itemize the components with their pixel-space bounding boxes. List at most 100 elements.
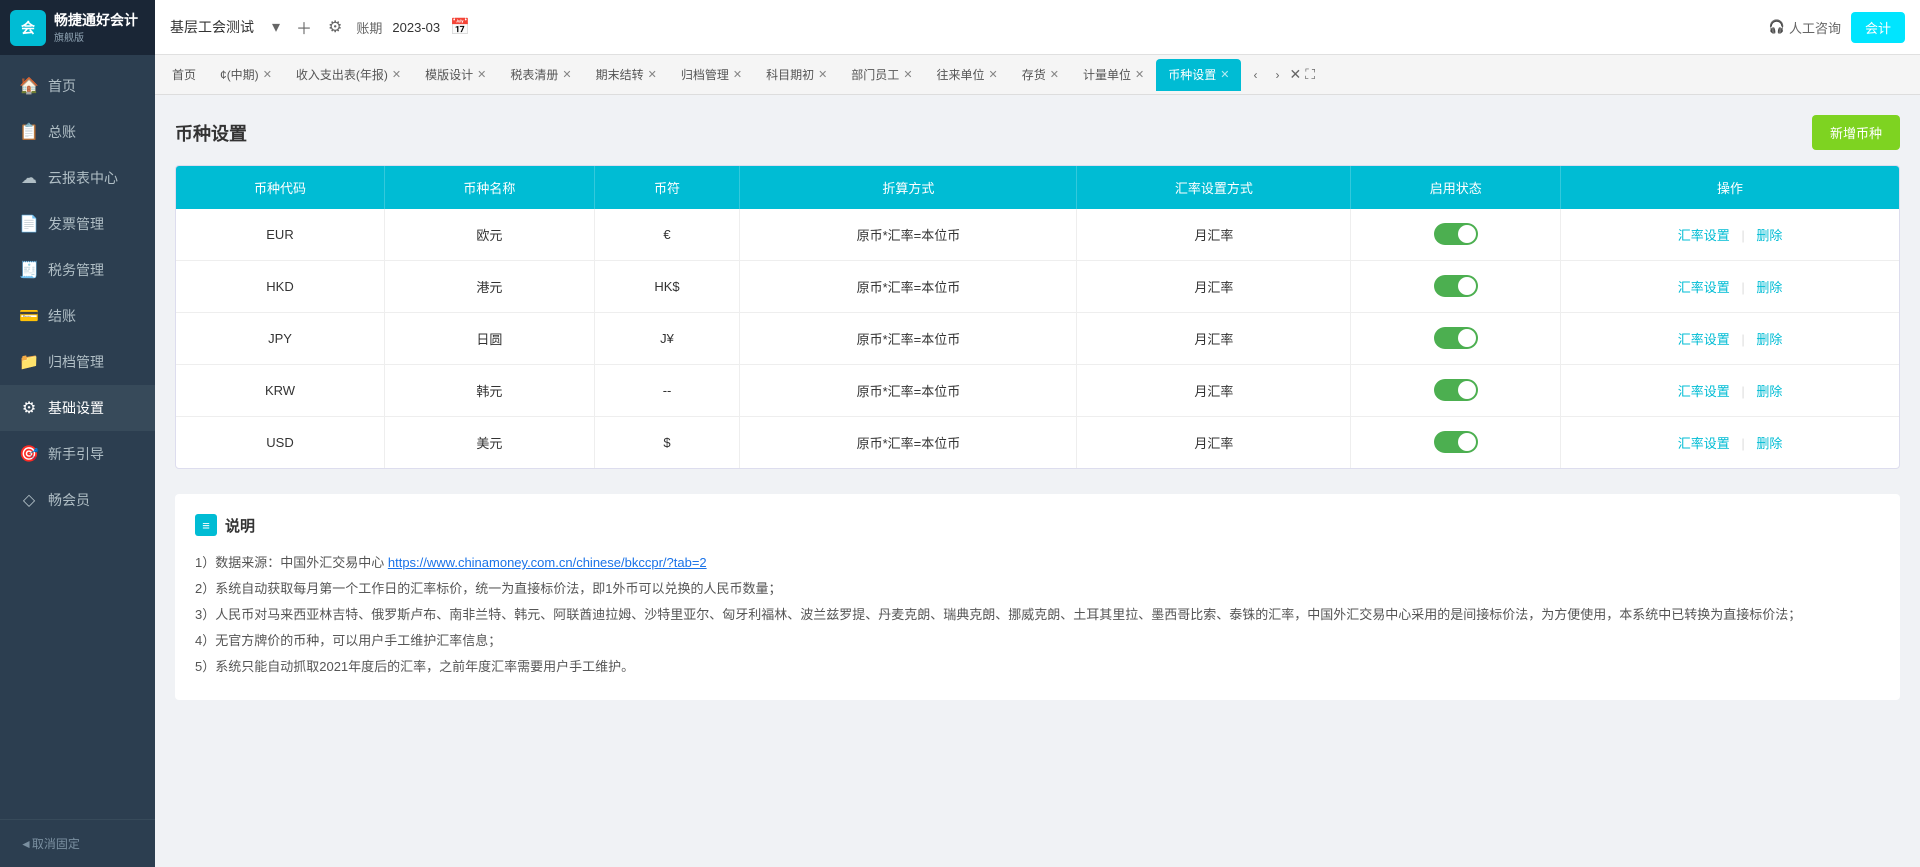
tab-archive[interactable]: 归档管理 ✕	[669, 59, 754, 91]
cell-status	[1351, 209, 1561, 261]
tab-period[interactable]: ¢(中期) ✕	[208, 59, 284, 91]
delete-link[interactable]: 删除	[1756, 384, 1782, 399]
tab-prev-arrow[interactable]: ‹	[1245, 65, 1265, 85]
toggle-enabled[interactable]	[1434, 431, 1478, 453]
notice-item-3: 3）人民币对马来西亚林吉特、俄罗斯卢布、南非兰特、韩元、阿联酋迪拉姆、沙特里亚尔…	[195, 602, 1880, 628]
action-separator: |	[1741, 280, 1744, 295]
sidebar-item-checkout[interactable]: 💳 结账	[0, 293, 155, 339]
tab-close-icon[interactable]: ✕	[1135, 68, 1144, 81]
add-tab-icon[interactable]: ＋	[292, 11, 316, 43]
tab-close-icon[interactable]: ✕	[733, 68, 742, 81]
tab-close-icon[interactable]: ✕	[562, 68, 571, 81]
tab-close-icon[interactable]: ✕	[392, 68, 401, 81]
delete-link[interactable]: 删除	[1756, 228, 1782, 243]
col-conversion: 折算方式	[740, 166, 1077, 209]
cell-conversion: 原币*汇率=本位币	[740, 417, 1077, 469]
tab-close-icon[interactable]: ✕	[263, 68, 272, 81]
tab-next-arrow[interactable]: ›	[1267, 65, 1287, 85]
sidebar-item-ledger[interactable]: 📋 总账	[0, 109, 155, 155]
notice-link[interactable]: https://www.chinamoney.com.cn/chinese/bk…	[388, 555, 707, 570]
sidebar-item-tax[interactable]: 🧾 税务管理	[0, 247, 155, 293]
cell-symbol: €	[594, 209, 740, 261]
currency-table-wrap: 币种代码 币种名称 币符 折算方式 汇率设置方式 启用状态 操作 EUR 欧元 …	[175, 165, 1900, 469]
tab-close-icon[interactable]: ✕	[648, 68, 657, 81]
topbar: 基层工会测试 ▾ ＋ ⚙ 账期 2023-03 📅 🎧 人工咨询 会计	[155, 0, 1920, 55]
tab-dept[interactable]: 部门员工 ✕	[839, 59, 924, 91]
tab-close-icon[interactable]: ✕	[1050, 68, 1059, 81]
col-code: 币种代码	[176, 166, 385, 209]
tab-close-icon[interactable]: ✕	[477, 68, 486, 81]
cell-code: EUR	[176, 209, 385, 261]
delete-link[interactable]: 删除	[1756, 436, 1782, 451]
sidebar-item-reports[interactable]: ☁ 云报表中心	[0, 155, 155, 201]
period-label: 账期	[356, 18, 382, 37]
sidebar: 会 畅捷通好会计 旗舰版 🏠 首页 📋 总账 ☁ 云报表中心 📄 发票管理 🧾 …	[0, 0, 155, 867]
settings-gear-icon[interactable]: ⚙	[324, 13, 346, 41]
cell-symbol: $	[594, 417, 740, 469]
cell-status	[1351, 261, 1561, 313]
main-area: 基层工会测试 ▾ ＋ ⚙ 账期 2023-03 📅 🎧 人工咨询 会计 首页 ¢…	[155, 0, 1920, 867]
delete-link[interactable]: 删除	[1756, 332, 1782, 347]
tab-period-end[interactable]: 期末结转 ✕	[584, 59, 669, 91]
sidebar-item-label: 总账	[48, 122, 76, 142]
new-currency-button[interactable]: 新增币种	[1812, 115, 1900, 150]
rate-setting-link[interactable]: 汇率设置	[1678, 436, 1730, 451]
sidebar-item-archive[interactable]: 📁 归档管理	[0, 339, 155, 385]
delete-link[interactable]: 删除	[1756, 280, 1782, 295]
toggle-enabled[interactable]	[1434, 275, 1478, 297]
sidebar-item-invoice[interactable]: 📄 发票管理	[0, 201, 155, 247]
tab-inventory[interactable]: 存货 ✕	[1010, 59, 1071, 91]
tab-close-icon[interactable]: ✕	[989, 68, 998, 81]
currency-table: 币种代码 币种名称 币符 折算方式 汇率设置方式 启用状态 操作 EUR 欧元 …	[176, 166, 1899, 468]
tab-units[interactable]: 计量单位 ✕	[1071, 59, 1156, 91]
content-area: 币种设置 新增币种 币种代码 币种名称 币符 折算方式 汇率设置方式 启用状态 …	[155, 95, 1920, 867]
tab-close-icon[interactable]: ✕	[818, 68, 827, 81]
tab-currency[interactable]: 币种设置 ✕	[1156, 59, 1241, 91]
sidebar-item-member[interactable]: ◇ 畅会员	[0, 477, 155, 523]
tax-icon: 🧾	[20, 261, 38, 279]
rate-setting-link[interactable]: 汇率设置	[1678, 332, 1730, 347]
topbar-right: 🎧 人工咨询 会计	[1769, 12, 1905, 43]
sidebar-item-guide[interactable]: 🎯 新手引导	[0, 431, 155, 477]
tab-income[interactable]: 收入支出表(年报) ✕	[284, 59, 413, 91]
notice-item-4: 4）无官方牌价的币种，可以用户手工维护汇率信息；	[195, 628, 1880, 654]
cell-name: 欧元	[385, 209, 595, 261]
rate-setting-link[interactable]: 汇率设置	[1678, 280, 1730, 295]
dropdown-icon[interactable]: ▾	[268, 13, 284, 41]
company-name: 基层工会测试	[170, 17, 254, 37]
tab-template[interactable]: 模版设计 ✕	[413, 59, 498, 91]
tab-close-icon[interactable]: ✕	[903, 68, 912, 81]
toggle-enabled[interactable]	[1434, 223, 1478, 245]
sidebar-item-home[interactable]: 🏠 首页	[0, 63, 155, 109]
cell-name: 日圆	[385, 313, 595, 365]
calendar-icon[interactable]: 📅	[450, 17, 470, 37]
tab-home[interactable]: 首页	[160, 59, 208, 91]
support-button[interactable]: 🎧 人工咨询	[1769, 18, 1841, 37]
cell-rate-type: 月汇率	[1077, 209, 1351, 261]
toggle-enabled[interactable]	[1434, 379, 1478, 401]
sidebar-item-settings[interactable]: ⚙ 基础设置	[0, 385, 155, 431]
tab-partners[interactable]: 往来单位 ✕	[925, 59, 1010, 91]
cell-conversion: 原币*汇率=本位币	[740, 365, 1077, 417]
guide-icon: 🎯	[20, 445, 38, 463]
close-all-tabs-icon[interactable]: ✕	[1289, 66, 1301, 83]
home-icon: 🏠	[20, 77, 38, 95]
sidebar-pin-toggle[interactable]: ◄取消固定	[0, 819, 155, 867]
ledger-icon: 📋	[20, 123, 38, 141]
tab-subjects[interactable]: 科目期初 ✕	[754, 59, 839, 91]
col-symbol: 币符	[594, 166, 740, 209]
rate-setting-link[interactable]: 汇率设置	[1678, 228, 1730, 243]
col-status: 启用状态	[1351, 166, 1561, 209]
cell-status	[1351, 313, 1561, 365]
rate-setting-link[interactable]: 汇率设置	[1678, 384, 1730, 399]
tab-close-icon[interactable]: ✕	[1220, 68, 1229, 81]
tabbar-navigation: ‹ ›	[1245, 65, 1287, 85]
tab-tax[interactable]: 税表清册 ✕	[498, 59, 583, 91]
toggle-enabled[interactable]	[1434, 327, 1478, 349]
expand-icon[interactable]: ⛶	[1305, 66, 1315, 83]
page-title: 币种设置	[175, 120, 247, 146]
cell-rate-type: 月汇率	[1077, 417, 1351, 469]
account-button[interactable]: 会计	[1851, 12, 1905, 43]
table-row: EUR 欧元 € 原币*汇率=本位币 月汇率 汇率设置 | 删除	[176, 209, 1899, 261]
sidebar-item-label: 税务管理	[48, 260, 104, 280]
